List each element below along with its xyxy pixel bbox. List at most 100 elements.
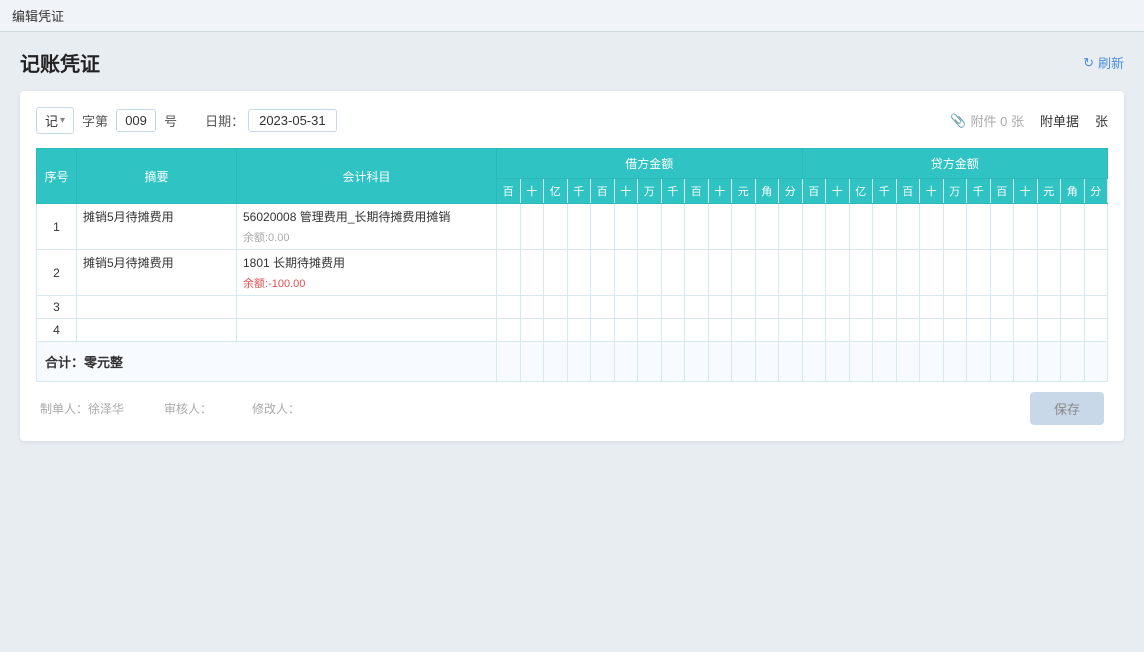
credit-cell-r3-c4[interactable] — [896, 296, 920, 319]
table-row[interactable]: 3 — [37, 296, 1108, 319]
debit-cell-r2-c6[interactable] — [638, 250, 662, 296]
save-button[interactable]: 保存 — [1030, 392, 1104, 425]
credit-cell-r2-c9[interactable] — [1014, 250, 1038, 296]
date-value[interactable]: 2023-05-31 — [248, 109, 337, 132]
credit-cell-r1-c10[interactable] — [1037, 204, 1061, 250]
debit-cell-r3-c2[interactable] — [544, 296, 568, 319]
debit-cell-r2-c7[interactable] — [661, 250, 685, 296]
row-summary-4[interactable] — [77, 319, 237, 342]
debit-cell-r4-c4[interactable] — [591, 319, 615, 342]
debit-cell-r4-c9[interactable] — [708, 319, 732, 342]
credit-cell-r4-c11[interactable] — [1061, 319, 1085, 342]
debit-cell-r2-c1[interactable] — [520, 250, 544, 296]
debit-cell-r3-c10[interactable] — [732, 296, 756, 319]
credit-cell-r2-c1[interactable] — [826, 250, 850, 296]
credit-cell-r3-c1[interactable] — [826, 296, 850, 319]
credit-cell-r4-c3[interactable] — [873, 319, 897, 342]
debit-cell-r2-c9[interactable] — [708, 250, 732, 296]
debit-cell-r1-c9[interactable] — [708, 204, 732, 250]
debit-cell-r2-c0[interactable] — [497, 250, 521, 296]
credit-cell-r3-c5[interactable] — [920, 296, 944, 319]
debit-cell-r2-c10[interactable] — [732, 250, 756, 296]
debit-cell-r3-c9[interactable] — [708, 296, 732, 319]
row-subject-4[interactable] — [237, 319, 497, 342]
debit-cell-r3-c3[interactable] — [567, 296, 591, 319]
credit-cell-r2-c2[interactable] — [849, 250, 873, 296]
credit-cell-r4-c10[interactable] — [1037, 319, 1061, 342]
credit-cell-r3-c3[interactable] — [873, 296, 897, 319]
debit-cell-r1-c4[interactable] — [591, 204, 615, 250]
credit-cell-r2-c3[interactable] — [873, 250, 897, 296]
debit-cell-r1-c8[interactable] — [685, 204, 709, 250]
credit-cell-r1-c1[interactable] — [826, 204, 850, 250]
debit-cell-r3-c5[interactable] — [614, 296, 638, 319]
credit-cell-r4-c9[interactable] — [1014, 319, 1038, 342]
credit-cell-r1-c3[interactable] — [873, 204, 897, 250]
debit-cell-r1-c12[interactable] — [779, 204, 803, 250]
debit-cell-r4-c1[interactable] — [520, 319, 544, 342]
credit-cell-r3-c6[interactable] — [943, 296, 967, 319]
row-summary-1[interactable]: 摊销5月待摊费用 — [77, 204, 237, 250]
debit-cell-r3-c1[interactable] — [520, 296, 544, 319]
debit-cell-r4-c5[interactable] — [614, 319, 638, 342]
attachment-link[interactable]: 📎 附件 0 张 — [950, 111, 1024, 130]
debit-cell-r4-c11[interactable] — [755, 319, 779, 342]
credit-cell-r2-c12[interactable] — [1084, 250, 1108, 296]
debit-cell-r3-c11[interactable] — [755, 296, 779, 319]
credit-cell-r2-c0[interactable] — [802, 250, 826, 296]
debit-cell-r1-c3[interactable] — [567, 204, 591, 250]
debit-cell-r4-c10[interactable] — [732, 319, 756, 342]
debit-cell-r2-c2[interactable] — [544, 250, 568, 296]
debit-cell-r1-c7[interactable] — [661, 204, 685, 250]
credit-cell-r2-c8[interactable] — [990, 250, 1014, 296]
debit-cell-r1-c6[interactable] — [638, 204, 662, 250]
row-summary-3[interactable] — [77, 296, 237, 319]
voucher-number[interactable]: 009 — [116, 109, 156, 132]
credit-cell-r1-c8[interactable] — [990, 204, 1014, 250]
credit-cell-r4-c0[interactable] — [802, 319, 826, 342]
row-subject-2[interactable]: 1801 长期待摊费用余额:-100.00 — [237, 250, 497, 296]
debit-cell-r3-c12[interactable] — [779, 296, 803, 319]
credit-cell-r4-c7[interactable] — [967, 319, 991, 342]
refresh-button[interactable]: ↻ 刷新 — [1083, 53, 1124, 72]
credit-cell-r4-c5[interactable] — [920, 319, 944, 342]
credit-cell-r2-c11[interactable] — [1061, 250, 1085, 296]
credit-cell-r3-c10[interactable] — [1037, 296, 1061, 319]
credit-cell-r2-c10[interactable] — [1037, 250, 1061, 296]
type-dropdown[interactable]: 记 ▾ — [36, 107, 74, 134]
credit-cell-r3-c0[interactable] — [802, 296, 826, 319]
credit-cell-r3-c11[interactable] — [1061, 296, 1085, 319]
credit-cell-r3-c7[interactable] — [967, 296, 991, 319]
debit-cell-r2-c4[interactable] — [591, 250, 615, 296]
credit-cell-r1-c11[interactable] — [1061, 204, 1085, 250]
credit-cell-r1-c12[interactable] — [1084, 204, 1108, 250]
voucher-slip-button[interactable]: 附单据 — [1040, 111, 1079, 130]
debit-cell-r2-c11[interactable] — [755, 250, 779, 296]
table-row[interactable]: 4 — [37, 319, 1108, 342]
credit-cell-r1-c9[interactable] — [1014, 204, 1038, 250]
debit-cell-r4-c7[interactable] — [661, 319, 685, 342]
debit-cell-r2-c8[interactable] — [685, 250, 709, 296]
credit-cell-r2-c5[interactable] — [920, 250, 944, 296]
credit-cell-r3-c12[interactable] — [1084, 296, 1108, 319]
debit-cell-r3-c7[interactable] — [661, 296, 685, 319]
table-row[interactable]: 1摊销5月待摊费用56020008 管理费用_长期待摊费用摊销余额:0.00 — [37, 204, 1108, 250]
credit-cell-r1-c6[interactable] — [943, 204, 967, 250]
debit-cell-r2-c3[interactable] — [567, 250, 591, 296]
debit-cell-r1-c5[interactable] — [614, 204, 638, 250]
credit-cell-r1-c4[interactable] — [896, 204, 920, 250]
debit-cell-r1-c1[interactable] — [520, 204, 544, 250]
credit-cell-r1-c5[interactable] — [920, 204, 944, 250]
debit-cell-r4-c2[interactable] — [544, 319, 568, 342]
credit-cell-r4-c8[interactable] — [990, 319, 1014, 342]
debit-cell-r2-c5[interactable] — [614, 250, 638, 296]
credit-cell-r3-c8[interactable] — [990, 296, 1014, 319]
debit-cell-r2-c12[interactable] — [779, 250, 803, 296]
credit-cell-r4-c1[interactable] — [826, 319, 850, 342]
debit-cell-r3-c8[interactable] — [685, 296, 709, 319]
credit-cell-r4-c12[interactable] — [1084, 319, 1108, 342]
debit-cell-r3-c0[interactable] — [497, 296, 521, 319]
credit-cell-r2-c7[interactable] — [967, 250, 991, 296]
credit-cell-r4-c6[interactable] — [943, 319, 967, 342]
debit-cell-r4-c12[interactable] — [779, 319, 803, 342]
